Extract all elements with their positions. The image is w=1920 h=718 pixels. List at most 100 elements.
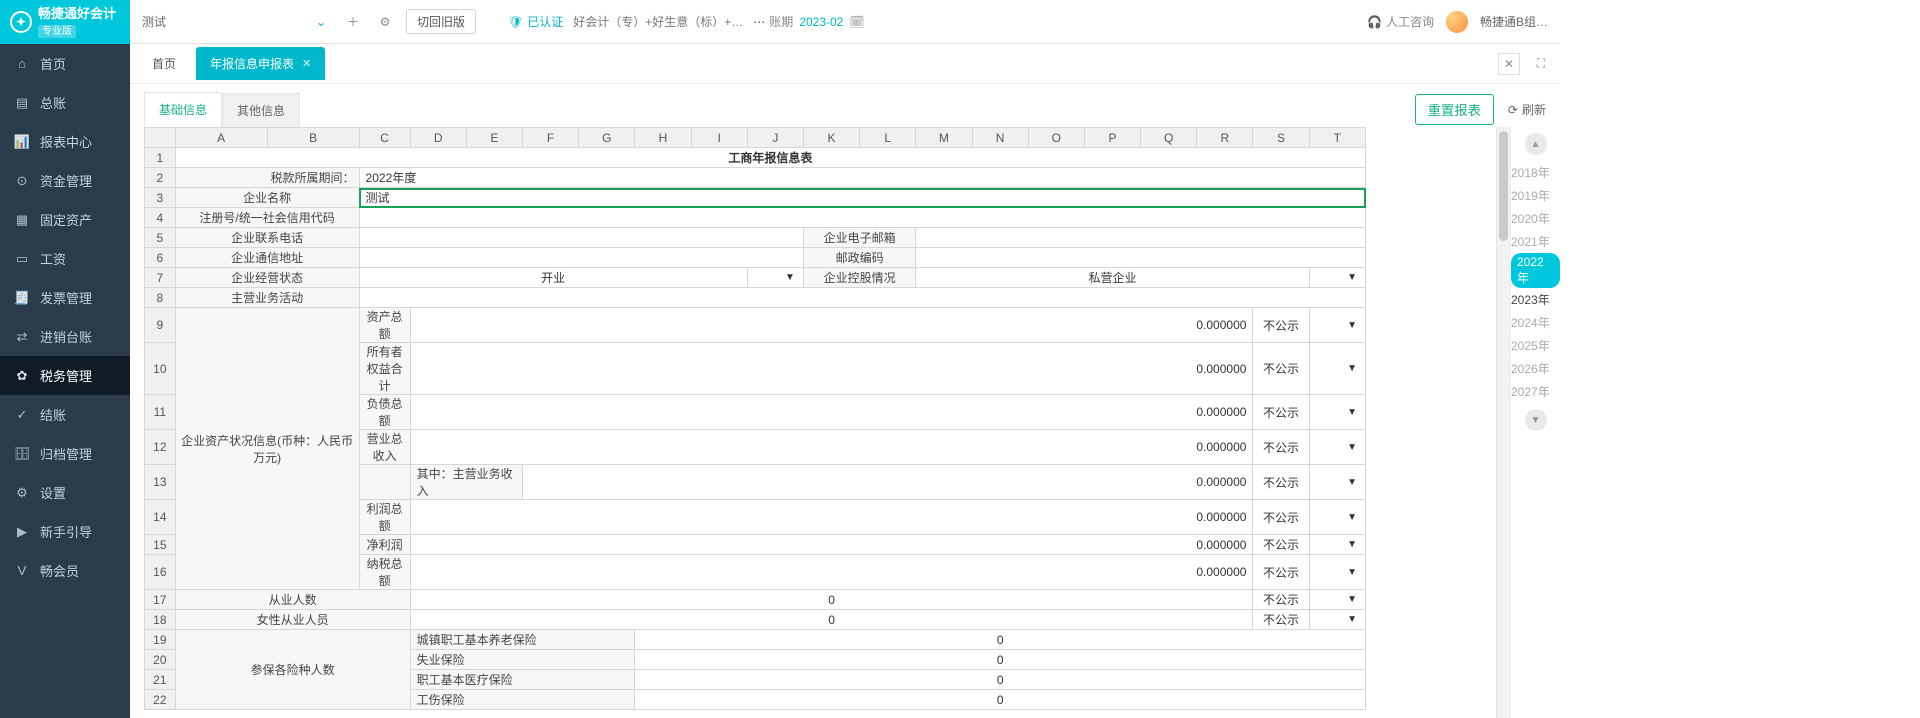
asset-row-pub-dd[interactable]: ▼ — [1309, 555, 1365, 590]
row-number[interactable]: 1 — [145, 148, 176, 168]
asset-row-value[interactable]: 0.000000 — [410, 555, 1253, 590]
sidebar-item-0[interactable]: ⌂首页 — [0, 44, 130, 83]
dd-op-status[interactable]: ▼ — [747, 268, 803, 288]
vertical-scrollbar[interactable] — [1496, 127, 1510, 718]
row-number[interactable]: 6 — [145, 248, 176, 268]
asset-row-value[interactable]: 0.000000 — [410, 430, 1253, 465]
row-number[interactable]: 14 — [145, 500, 176, 535]
asset-row-pub[interactable]: 不公示 — [1253, 395, 1309, 430]
col-header-T[interactable]: T — [1309, 128, 1365, 148]
sidebar-item-7[interactable]: ⇄进销台账 — [0, 317, 130, 356]
col-header-B[interactable]: B — [267, 128, 359, 148]
cell-main-biz[interactable] — [359, 288, 1365, 308]
sidebar-item-5[interactable]: ▭工资 — [0, 239, 130, 278]
row-number[interactable]: 4 — [145, 208, 176, 228]
refresh-button[interactable]: ⟳ 刷新 — [1508, 101, 1546, 118]
row-number[interactable]: 19 — [145, 630, 176, 650]
sidebar-item-4[interactable]: ▦固定资产 — [0, 200, 130, 239]
asset-row-pub[interactable]: 不公示 — [1253, 308, 1309, 343]
col-header-E[interactable]: E — [466, 128, 522, 148]
sidebar-item-11[interactable]: ⚙设置 — [0, 473, 130, 512]
period-selector[interactable]: ⋯ 账期 2023-02 🗓 — [753, 13, 864, 30]
cell-op-status[interactable]: 开业 — [359, 268, 747, 288]
col-header-N[interactable]: N — [972, 128, 1028, 148]
gear-icon[interactable]: ⚙ — [374, 11, 396, 33]
asset-row-pub-dd[interactable]: ▼ — [1309, 500, 1365, 535]
asset-row-pub[interactable]: 不公示 — [1253, 465, 1309, 500]
company-selector[interactable]: 测试 ⌄ — [142, 13, 332, 30]
col-header-A[interactable]: A — [175, 128, 267, 148]
cell-email[interactable] — [916, 228, 1366, 248]
col-header-Q[interactable]: Q — [1141, 128, 1197, 148]
switch-old-button[interactable]: 切回旧版 — [406, 9, 476, 34]
cell-phone[interactable] — [359, 228, 803, 248]
ins-row-value[interactable]: 0 — [635, 670, 1366, 690]
fullscreen-icon[interactable]: ⛶ — [1530, 53, 1552, 75]
col-header-I[interactable]: I — [691, 128, 747, 148]
tab-annual-report[interactable]: 年报信息申报表 ✕ — [196, 47, 325, 80]
asset-row-pub-dd[interactable]: ▼ — [1309, 343, 1365, 395]
asset-row-pub[interactable]: 不公示 — [1253, 535, 1309, 555]
cell-address[interactable] — [359, 248, 803, 268]
col-header-R[interactable]: R — [1197, 128, 1253, 148]
ins-row-value[interactable]: 0 — [635, 690, 1366, 710]
col-header-L[interactable]: L — [860, 128, 916, 148]
dd-employees[interactable]: ▼ — [1309, 590, 1365, 610]
asset-row-pub-dd[interactable]: ▼ — [1309, 430, 1365, 465]
year-2023年[interactable]: 2023年 — [1511, 288, 1560, 311]
pub-female[interactable]: 不公示 — [1253, 610, 1309, 630]
dd-female[interactable]: ▼ — [1309, 610, 1365, 630]
sidebar-item-8[interactable]: ✿税务管理 — [0, 356, 130, 395]
asset-row-value[interactable]: 0.000000 — [410, 395, 1253, 430]
row-number[interactable]: 16 — [145, 555, 176, 590]
cell-postcode[interactable] — [916, 248, 1366, 268]
asset-row-value[interactable]: 0.000000 — [410, 308, 1253, 343]
row-number[interactable]: 9 — [145, 308, 176, 343]
col-header-F[interactable]: F — [523, 128, 579, 148]
asset-row-pub-dd[interactable]: ▼ — [1309, 535, 1365, 555]
asset-row-pub-dd[interactable]: ▼ — [1309, 465, 1365, 500]
asset-row-pub-dd[interactable]: ▼ — [1309, 395, 1365, 430]
row-number[interactable]: 7 — [145, 268, 176, 288]
sidebar-item-12[interactable]: ▶新手引导 — [0, 512, 130, 551]
row-number[interactable]: 2 — [145, 168, 176, 188]
asset-row-pub[interactable]: 不公示 — [1253, 555, 1309, 590]
row-number[interactable]: 13 — [145, 465, 176, 500]
row-number[interactable]: 15 — [145, 535, 176, 555]
year-2022年[interactable]: 2022年 — [1511, 253, 1560, 288]
cell-employees[interactable]: 0 — [410, 590, 1253, 610]
col-header-C[interactable]: C — [359, 128, 410, 148]
row-number[interactable]: 5 — [145, 228, 176, 248]
row-number[interactable]: 12 — [145, 430, 176, 465]
tab-home[interactable]: 首页 — [138, 47, 190, 80]
asset-row-pub[interactable]: 不公示 — [1253, 343, 1309, 395]
avatar[interactable] — [1446, 11, 1468, 33]
cell-holding[interactable]: 私营企业 — [916, 268, 1309, 288]
row-number[interactable]: 8 — [145, 288, 176, 308]
asset-row-value[interactable]: 0.000000 — [410, 343, 1253, 395]
reset-report-button[interactable]: 重置报表 — [1415, 94, 1494, 125]
col-header-J[interactable]: J — [747, 128, 803, 148]
close-all-icon[interactable]: ✕ — [1498, 53, 1520, 75]
col-header-G[interactable]: G — [579, 128, 635, 148]
col-header-H[interactable]: H — [635, 128, 691, 148]
subtab-basic[interactable]: 基础信息 — [144, 92, 222, 127]
row-number[interactable]: 18 — [145, 610, 176, 630]
asset-row-value[interactable]: 0.000000 — [410, 535, 1253, 555]
sidebar-item-10[interactable]: 🗄归档管理 — [0, 434, 130, 473]
row-number[interactable]: 17 — [145, 590, 176, 610]
asset-row-pub-dd[interactable]: ▼ — [1309, 308, 1365, 343]
cell-female-employees[interactable]: 0 — [410, 610, 1253, 630]
sidebar-item-6[interactable]: 🧾发票管理 — [0, 278, 130, 317]
support-link[interactable]: 🎧 人工咨询 — [1367, 13, 1434, 30]
row-number[interactable]: 21 — [145, 670, 176, 690]
dd-holding[interactable]: ▼ — [1309, 268, 1365, 288]
col-header-K[interactable]: K — [803, 128, 859, 148]
row-number[interactable]: 10 — [145, 343, 176, 395]
year-down-icon[interactable]: ▼ — [1525, 409, 1547, 431]
subtab-other[interactable]: 其他信息 — [222, 93, 300, 127]
close-icon[interactable]: ✕ — [302, 57, 311, 70]
col-header-rn[interactable] — [145, 128, 176, 148]
col-header-P[interactable]: P — [1084, 128, 1140, 148]
col-header-O[interactable]: O — [1028, 128, 1084, 148]
